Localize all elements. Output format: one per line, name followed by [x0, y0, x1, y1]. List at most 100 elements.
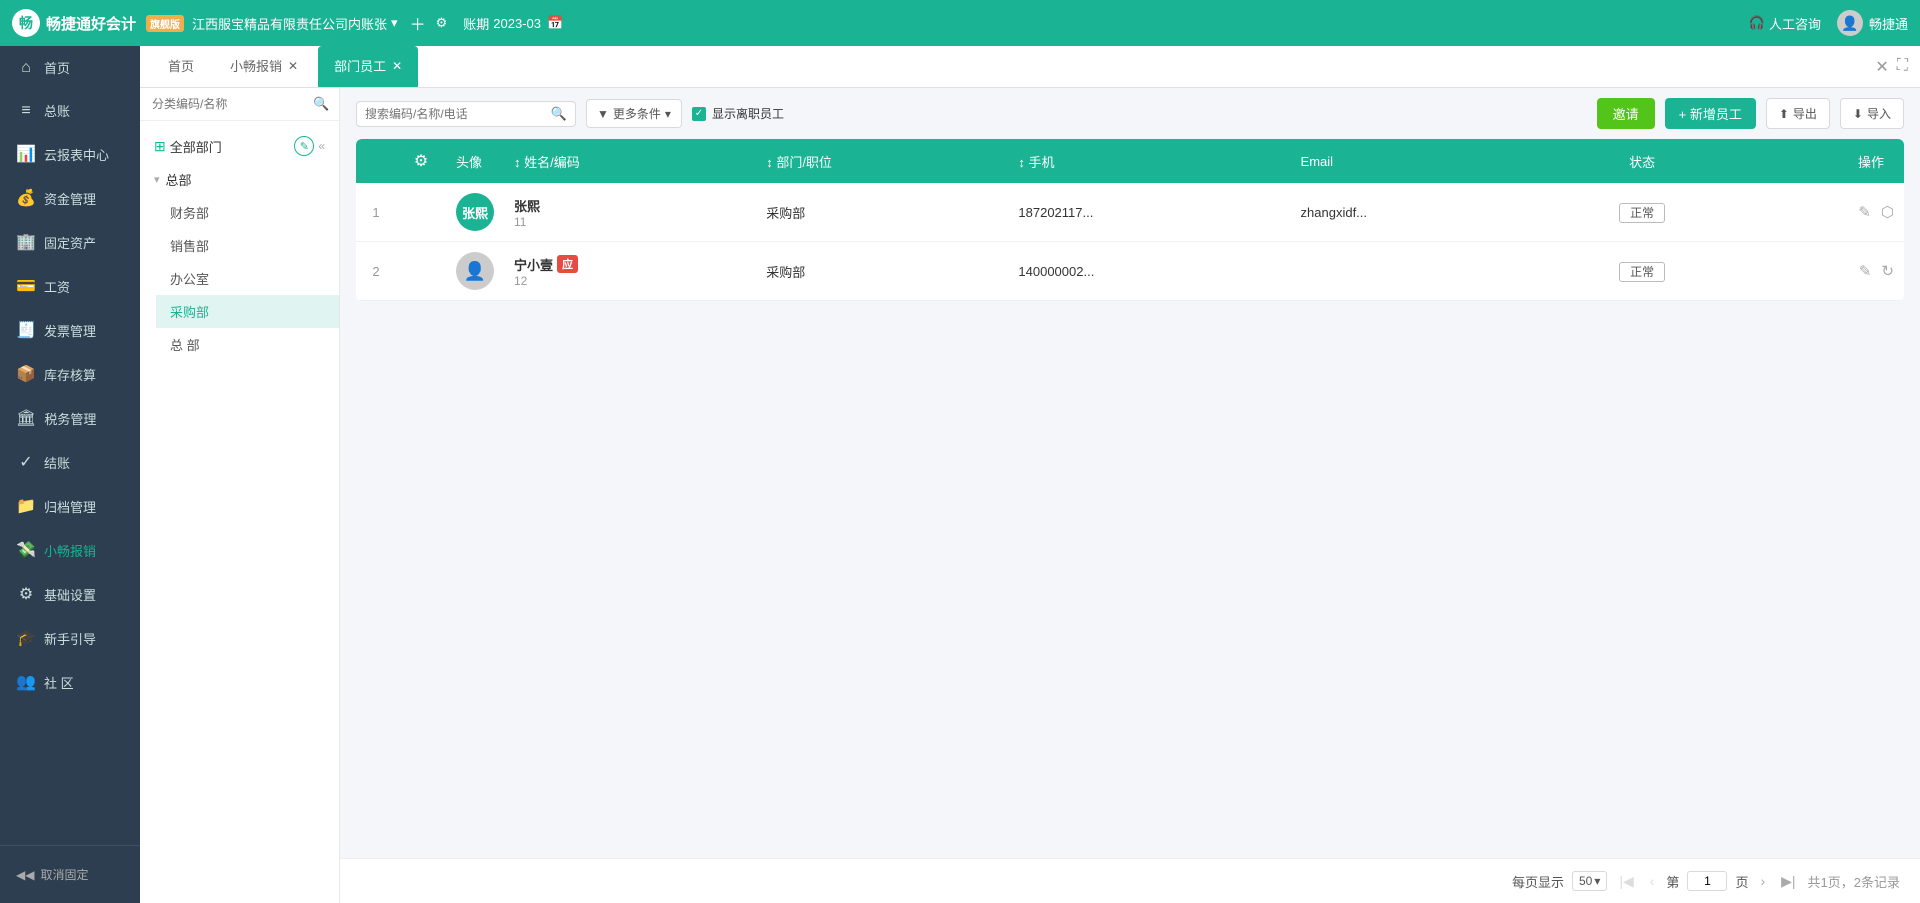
- add-employee-btn[interactable]: + 新增员工: [1665, 98, 1756, 129]
- sidebar-item-community[interactable]: 👥 社 区: [0, 660, 140, 704]
- company-dropdown-icon[interactable]: ▾: [391, 15, 398, 31]
- row-email: zhangxidf...: [1291, 183, 1545, 242]
- window-close-btn[interactable]: ✕: [1875, 57, 1888, 77]
- col-dept[interactable]: ↕ 部门/职位: [756, 139, 1008, 183]
- sidebar-item-assets[interactable]: 🏢 固定资产: [0, 220, 140, 264]
- chevron-down-icon: ▾: [665, 107, 671, 121]
- sidebar-bottom: ◀◀ 取消固定: [0, 845, 140, 903]
- tab-dept-staff[interactable]: 部门员工 ✕: [318, 46, 418, 87]
- dept-all[interactable]: ⊞ 全部部门 ✎ «: [140, 129, 339, 163]
- avatar-icon: 👤: [1841, 15, 1858, 32]
- user-menu[interactable]: 👤 畅捷通: [1837, 10, 1908, 36]
- tab-home[interactable]: 首页: [152, 46, 210, 87]
- user-name: 畅捷通: [1869, 14, 1908, 33]
- row-status: 正常: [1545, 242, 1739, 301]
- search-box: 🔍: [356, 101, 576, 127]
- edit-btn[interactable]: ✎: [1859, 262, 1872, 280]
- per-page-arrow: ▾: [1594, 874, 1600, 888]
- gear-settings-icon[interactable]: ⚙: [414, 153, 428, 170]
- ledger-icon: ≡: [16, 102, 36, 120]
- sidebar-item-expense[interactable]: 💸 小畅报销: [0, 528, 140, 572]
- tab-home-label: 首页: [168, 56, 194, 75]
- sidebar-item-settings[interactable]: ⚙ 基础设置: [0, 572, 140, 616]
- company-name: 江西服宝精品有限责任公司内账张: [192, 14, 387, 33]
- logo: 畅 畅捷通好会计 旗舰版: [12, 9, 184, 37]
- status-badge: 正常: [1619, 203, 1665, 223]
- dept-edit-btn[interactable]: ✎: [294, 136, 314, 156]
- last-page-btn[interactable]: ▶|: [1777, 873, 1799, 890]
- dept-purchase[interactable]: 采购部: [156, 295, 339, 328]
- first-page-btn[interactable]: |◀: [1615, 873, 1637, 890]
- row-index: 1: [356, 183, 396, 242]
- tab-dept-close[interactable]: ✕: [392, 59, 402, 73]
- dept-hq[interactable]: ▾ 总部: [140, 163, 339, 196]
- edit-btn[interactable]: ✎: [1858, 203, 1871, 221]
- show-resigned-checkbox[interactable]: ✓ 显示离职员工: [692, 105, 784, 122]
- tab-expense[interactable]: 小畅报销 ✕: [214, 46, 314, 87]
- sidebar-item-archive[interactable]: 📁 归档管理: [0, 484, 140, 528]
- filter-label: 更多条件: [613, 105, 661, 122]
- dept-office[interactable]: 办公室: [156, 262, 339, 295]
- per-page-label: 每页显示: [1512, 872, 1564, 891]
- sidebar-item-ledger[interactable]: ≡ 总账: [0, 89, 140, 132]
- home-icon: ⌂: [16, 59, 36, 77]
- tab-expense-close[interactable]: ✕: [288, 59, 298, 73]
- sidebar-item-tax[interactable]: 🏛 税务管理: [0, 396, 140, 440]
- window-expand-btn[interactable]: ⛶: [1897, 57, 1908, 77]
- dept-search-box: 🔍: [140, 88, 339, 121]
- sidebar-item-guide[interactable]: 🎓 新手引导: [0, 616, 140, 660]
- refresh-btn[interactable]: ↻: [1881, 262, 1894, 280]
- topbar-right: 🎧 人工咨询 👤 畅捷通: [1749, 10, 1908, 36]
- invoice-icon: 🧾: [16, 320, 36, 340]
- grid-icon: ⊞: [154, 138, 166, 155]
- filter-btn[interactable]: ▼ 更多条件 ▾: [586, 99, 682, 128]
- add-icon[interactable]: ＋: [410, 11, 426, 35]
- col-status: 状态: [1545, 139, 1739, 183]
- col-phone[interactable]: ↕ 手机: [1008, 139, 1290, 183]
- prev-page-btn[interactable]: ‹: [1646, 873, 1659, 889]
- sidebar-item-label: 发票管理: [44, 321, 96, 340]
- row-avatar: 张熙: [446, 183, 504, 242]
- unpin-btn[interactable]: ◀◀ 取消固定: [0, 856, 140, 893]
- page-label: 第: [1666, 872, 1679, 891]
- row-gear: [396, 242, 446, 301]
- export-btn[interactable]: ⬆ 导出: [1766, 98, 1830, 129]
- per-page-select[interactable]: 50 ▾: [1572, 871, 1607, 891]
- dept-hq2[interactable]: 总 部: [156, 328, 339, 361]
- invite-btn[interactable]: 邀请: [1597, 98, 1655, 129]
- sidebar-item-reports[interactable]: 📊 云报表中心: [0, 132, 140, 176]
- dept-finance[interactable]: 财务部: [156, 196, 339, 229]
- logout-btn[interactable]: ⬡: [1881, 203, 1894, 221]
- sidebar-item-salary[interactable]: 💳 工资: [0, 264, 140, 308]
- tab-dept-label: 部门员工: [334, 56, 386, 75]
- dept-search-input[interactable]: [152, 97, 307, 111]
- next-page-btn[interactable]: ›: [1756, 873, 1769, 889]
- col-gear[interactable]: ⚙: [396, 139, 446, 183]
- import-label: 导入: [1867, 105, 1891, 122]
- table-header-row: ⚙ 头像 ↕ 姓名/编码 ↕ 部门/职位 ↕ 手机 Email 状态 操作: [356, 139, 1904, 183]
- sidebar-item-invoice[interactable]: 🧾 发票管理: [0, 308, 140, 352]
- sidebar-item-home[interactable]: ⌂ 首页: [0, 46, 140, 89]
- collapse-icon[interactable]: «: [318, 139, 325, 153]
- sidebar-item-inventory[interactable]: 📦 库存核算: [0, 352, 140, 396]
- search-icon[interactable]: 🔍: [551, 106, 567, 122]
- service-btn[interactable]: 🎧 人工咨询: [1749, 14, 1821, 33]
- settings-icon[interactable]: ⚙: [436, 15, 448, 31]
- avatar-gray: 👤: [456, 252, 494, 290]
- dept-search-icon[interactable]: 🔍: [313, 96, 329, 112]
- row-status: 正常: [1545, 183, 1739, 242]
- calendar-icon[interactable]: 📅: [547, 15, 563, 31]
- expense-icon: 💸: [16, 540, 36, 560]
- page-number-input[interactable]: [1687, 871, 1727, 891]
- search-input[interactable]: [365, 107, 545, 121]
- import-btn[interactable]: ⬇ 导入: [1840, 98, 1904, 129]
- table-wrapper: ⚙ 头像 ↕ 姓名/编码 ↕ 部门/职位 ↕ 手机 Email 状态 操作: [340, 139, 1920, 858]
- sidebar-item-close[interactable]: ✓ 结账: [0, 440, 140, 484]
- sidebar-item-label: 归档管理: [44, 497, 96, 516]
- dept-sales[interactable]: 销售部: [156, 229, 339, 262]
- col-avatar: 头像: [446, 139, 504, 183]
- sidebar-item-capital[interactable]: 💰 资金管理: [0, 176, 140, 220]
- col-name[interactable]: ↕ 姓名/编码: [504, 139, 756, 183]
- content-area: 🔍 ⊞ 全部部门 ✎ « ▾ 总部 财务部 销售部: [140, 88, 1920, 903]
- dept-panel: 🔍 ⊞ 全部部门 ✎ « ▾ 总部 财务部 销售部: [140, 88, 340, 903]
